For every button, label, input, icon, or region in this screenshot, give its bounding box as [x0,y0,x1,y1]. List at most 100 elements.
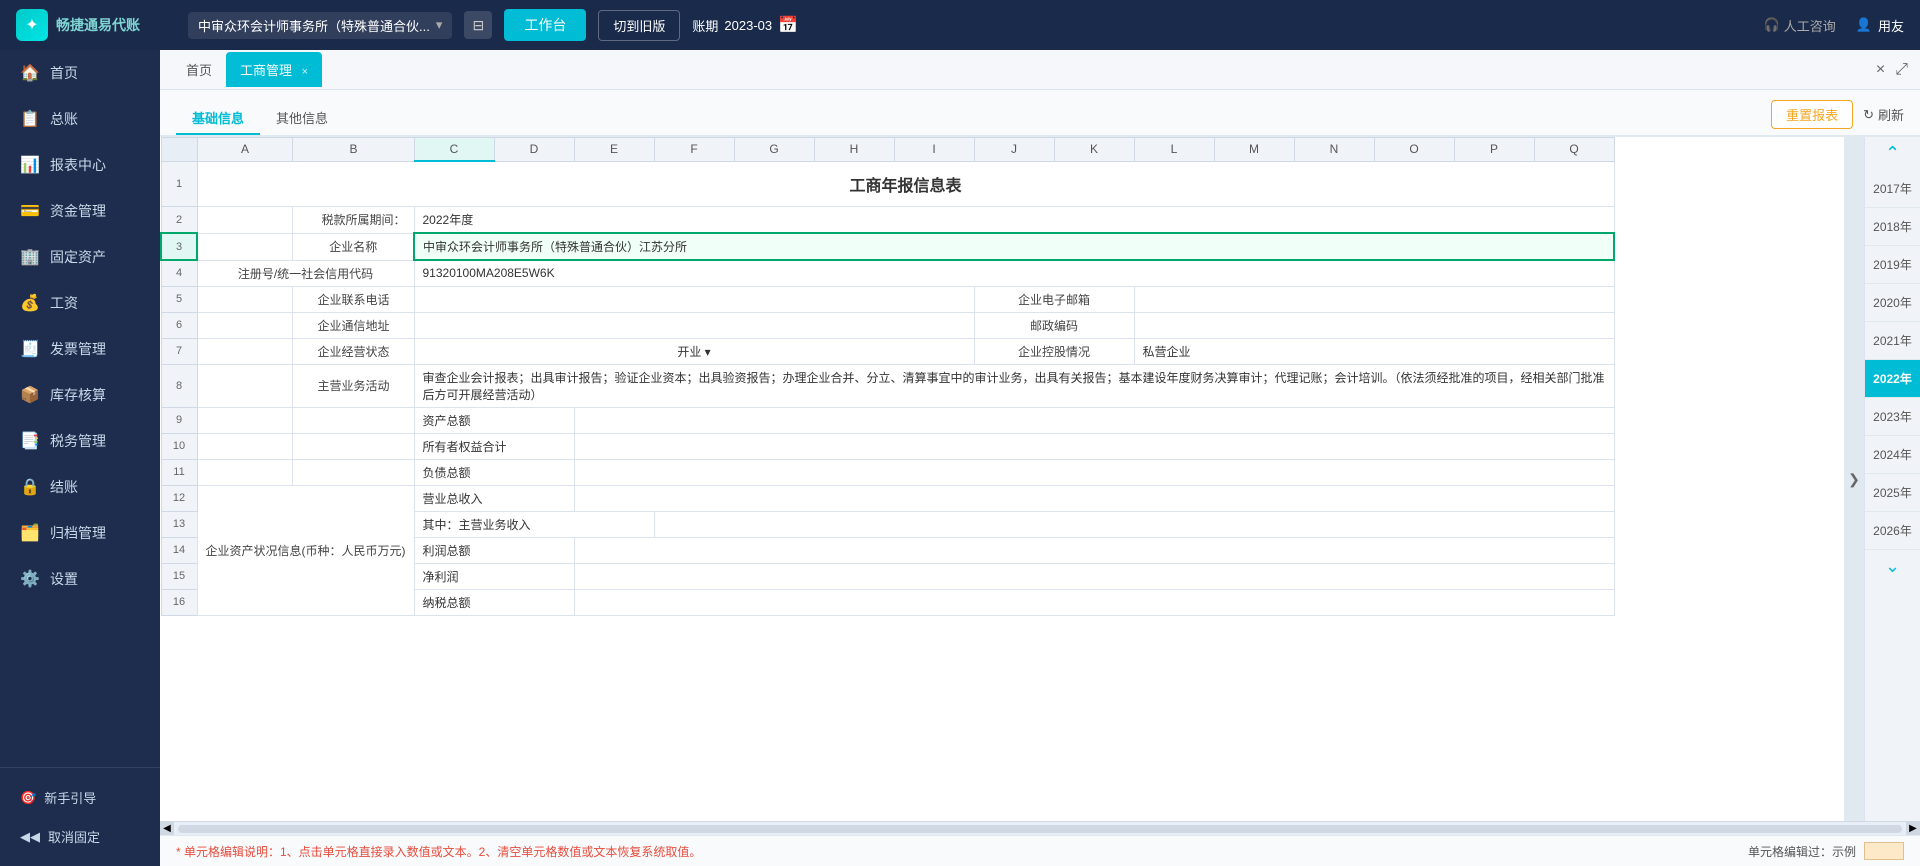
refresh-icon: ↻ [1863,107,1874,123]
sidebar-item-unpin[interactable]: ◀◀ 取消固定 [0,817,160,856]
row-num-6: 6 [161,312,197,338]
row-num-12: 12 [161,485,197,511]
year-panel-collapse[interactable]: ❯ [1844,137,1864,821]
edit-label: 单元格编辑过：示例 [1748,843,1856,860]
window-expand-button[interactable]: ⤢ [1895,61,1908,79]
sidebar-item-archive[interactable]: 🗂️ 归档管理 [0,510,160,556]
support-button[interactable]: 🎧 人工咨询 [1764,16,1836,35]
col-header-g: G [734,138,814,162]
year-up-arrow[interactable]: ⌃ [1865,137,1920,170]
sidebar-item-closing[interactable]: 🔒 结账 [0,464,160,510]
col-header-m: M [1214,138,1294,162]
switch-version-button[interactable]: 切到旧版 [598,10,680,41]
year-item-2023[interactable]: 2023年 [1865,398,1920,436]
cell-3b-label: 企业名称 [293,233,414,260]
sidebar-item-inventory[interactable]: 📦 库存核算 [0,372,160,418]
sidebar-item-reports[interactable]: 📊 报表中心 [0,142,160,188]
spreadsheet-area: A B C D E F G H I J [160,137,1920,821]
cell-10-equity-value[interactable] [574,433,1614,459]
year-item-2022[interactable]: 2022年 [1865,360,1920,398]
tab-home[interactable]: 首页 [172,52,226,87]
year-item-2021[interactable]: 2021年 [1865,322,1920,360]
sub-tab-basic[interactable]: 基础信息 [176,102,260,135]
sidebar-item-tax[interactable]: 📑 税务管理 [0,418,160,464]
cell-9-asset-value[interactable] [574,407,1614,433]
year-item-2024[interactable]: 2024年 [1865,436,1920,474]
company-selector[interactable]: 中审众环会计师事务所（特殊普通合伙... ▾ [188,12,452,39]
cell-7-control-value[interactable]: 私营企业 [1134,338,1614,364]
bottom-bar: * 单元格编辑说明：1、点击单元格直接录入数值或文本。2、清空单元格数值或文本恢… [160,835,1920,866]
sidebar-item-assets[interactable]: 🏢 固定资产 [0,234,160,280]
sub-tab-other[interactable]: 其他信息 [260,102,344,135]
cell-11-liab-value[interactable] [574,459,1614,485]
cell-16-tax-value[interactable] [574,589,1614,615]
cell-11a [197,459,293,485]
scroll-left-arrow[interactable]: ◀ [160,822,174,836]
cell-12-revenue-value[interactable] [574,485,1614,511]
sidebar-label-assets: 固定资产 [50,247,106,267]
calendar-icon[interactable]: 📅 [778,15,798,35]
cell-5-phone[interactable] [414,286,974,312]
sidebar-item-ledger[interactable]: 📋 总账 [0,96,160,142]
tab-close-icon[interactable]: × [302,66,308,78]
scroll-right-arrow[interactable]: ▶ [1906,822,1920,836]
sidebar-label-tax: 税务管理 [50,431,106,451]
scroll-track[interactable] [178,825,1902,833]
sidebar-item-home[interactable]: 🏠 首页 [0,50,160,96]
sidebar-item-invoice[interactable]: 🧾 发票管理 [0,326,160,372]
cell-6a [197,312,293,338]
cell-10b [293,433,414,459]
col-header-d: D [494,138,574,162]
sidebar-label-ledger: 总账 [50,109,78,129]
year-item-2017[interactable]: 2017年 [1865,170,1920,208]
copy-icon[interactable]: ⊟ [464,11,492,39]
cell-3c-company[interactable]: 中审众环会计师事务所（特殊普通合伙）江苏分所 [414,233,1614,260]
cell-16-tax-label: 纳税总额 [414,589,574,615]
spreadsheet-wrapper[interactable]: A B C D E F G H I J [160,137,1844,821]
refresh-button[interactable]: ↻ 刷新 [1863,105,1904,124]
table-row: 4 注册号/统一社会信用代码 91320100MA208E5W6K [161,260,1614,286]
table-row: 10 所有者权益合计 [161,433,1614,459]
sidebar-item-finance[interactable]: 💳 资金管理 [0,188,160,234]
row-num-14: 14 [161,537,197,563]
year-item-2018[interactable]: 2018年 [1865,208,1920,246]
cell-9b [293,407,414,433]
cell-14-profit-value[interactable] [574,537,1614,563]
workbench-button[interactable]: 工作台 [504,9,586,41]
cell-5-email[interactable] [1134,286,1614,312]
year-item-2025[interactable]: 2025年 [1865,474,1920,512]
cell-2c[interactable]: 2022年度 [414,207,1614,234]
cell-15-netprofit-value[interactable] [574,563,1614,589]
table-row: 11 负债总额 [161,459,1614,485]
reset-report-button[interactable]: 重置报表 [1771,100,1853,129]
period-label: 账期 [692,16,718,35]
col-header-q: Q [1534,138,1614,162]
tax-icon: 📑 [20,431,40,451]
year-down-arrow[interactable]: ⌄ [1865,550,1920,583]
tab-ic-management[interactable]: 工商管理 × [226,52,322,87]
year-up-icon[interactable]: ⌃ [1885,143,1900,164]
cell-5-email-label: 企业电子邮箱 [974,286,1134,312]
ledger-icon: 📋 [20,109,40,129]
year-item-2020[interactable]: 2020年 [1865,284,1920,322]
top-header: ✦ 畅捷通易代账 中审众环会计师事务所（特殊普通合伙... ▾ ⊟ 工作台 切到… [0,0,1920,50]
cell-4-value[interactable]: 91320100MA208E5W6K [414,260,1614,286]
year-down-icon[interactable]: ⌄ [1885,556,1900,577]
sidebar: 🏠 首页 📋 总账 📊 报表中心 💳 资金管理 🏢 固定资产 💰 工资 🧾 发票… [0,50,160,866]
cell-6-postal[interactable] [1134,312,1614,338]
sidebar-item-settings[interactable]: ⚙️ 设置 [0,556,160,602]
year-item-2026[interactable]: 2026年 [1865,512,1920,550]
cell-6-address[interactable] [414,312,974,338]
cell-7-status[interactable]: 开业 ▾ [414,338,974,364]
window-close-button[interactable]: × [1876,61,1885,79]
cell-13-mainrev-value[interactable] [654,511,1614,537]
col-header-p: P [1454,138,1534,162]
horizontal-scrollbar[interactable]: ◀ ▶ [160,821,1920,835]
year-item-2019[interactable]: 2019年 [1865,246,1920,284]
cell-8-business[interactable]: 审查企业会计报表；出具审计报告；验证企业资本；出具验资报告；办理企业合并、分立、… [414,364,1614,407]
sidebar-item-salary[interactable]: 💰 工资 [0,280,160,326]
sidebar-item-newbie[interactable]: 🎯 新手引导 [0,778,160,817]
cell-7b-label: 企业经营状态 [293,338,414,364]
row-num-10: 10 [161,433,197,459]
user-area[interactable]: 👤 用友 [1856,16,1904,35]
